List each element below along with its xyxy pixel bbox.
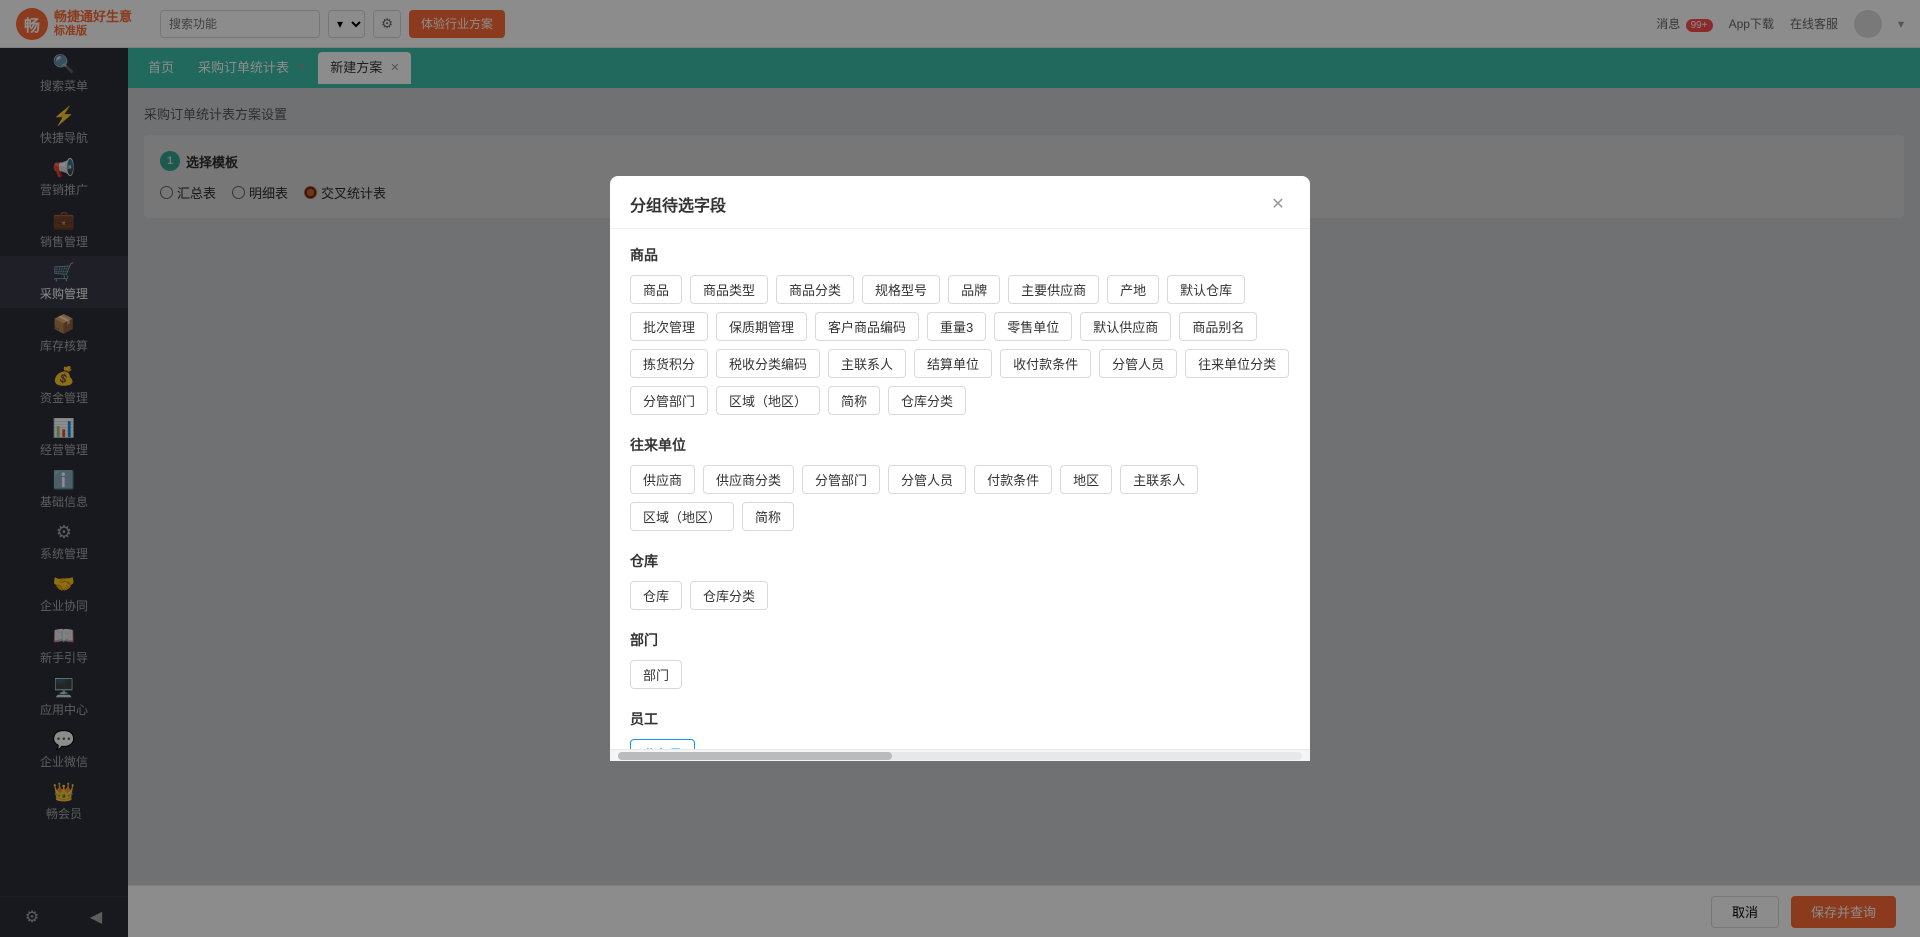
tag-supplier-category[interactable]: 供应商分类 — [703, 465, 794, 494]
tag-region2[interactable]: 区域（地区） — [630, 502, 734, 531]
tag-warehouse[interactable]: 仓库 — [630, 581, 682, 610]
tag-dept-managed[interactable]: 分管部门 — [630, 386, 708, 415]
tag-manager2[interactable]: 分管人员 — [888, 465, 966, 494]
tag-dept[interactable]: 部门 — [630, 660, 682, 689]
section-product-title: 商品 — [630, 245, 1290, 265]
modal-close-button[interactable]: ✕ — [1266, 192, 1290, 216]
hscroll-thumb[interactable] — [618, 752, 892, 760]
section-counterpart: 往来单位 供应商 供应商分类 分管部门 分管人员 付款条件 地区 主联系人 区域… — [630, 435, 1290, 531]
tag-warehouse-category[interactable]: 仓库分类 — [888, 386, 966, 415]
field-select-modal: 分组待选字段 ✕ 商品 商品 商品类型 商品分类 规格型号 品牌 主要供应商 产… — [610, 176, 1310, 761]
tag-settlement-unit[interactable]: 结算单位 — [914, 349, 992, 378]
modal-hscrollbar[interactable] — [610, 749, 1310, 761]
section-warehouse-title: 仓库 — [630, 551, 1290, 571]
modal-header: 分组待选字段 ✕ — [610, 176, 1310, 229]
tag-product-type[interactable]: 商品类型 — [690, 275, 768, 304]
tag-origin[interactable]: 产地 — [1107, 275, 1159, 304]
tag-retail-unit[interactable]: 零售单位 — [994, 312, 1072, 341]
tag-weight3[interactable]: 重量3 — [927, 312, 986, 341]
tag-batch-mgmt[interactable]: 批次管理 — [630, 312, 708, 341]
tag-default-warehouse[interactable]: 默认仓库 — [1167, 275, 1245, 304]
hscroll-track — [618, 752, 1302, 760]
tag-payment-terms[interactable]: 收付款条件 — [1000, 349, 1091, 378]
tag-product-alias[interactable]: 商品别名 — [1179, 312, 1257, 341]
section-dept-tags: 部门 — [630, 660, 1290, 689]
tag-pick-score[interactable]: 拣货积分 — [630, 349, 708, 378]
section-product: 商品 商品 商品类型 商品分类 规格型号 品牌 主要供应商 产地 默认仓库 批次… — [630, 245, 1290, 415]
section-warehouse-tags: 仓库 仓库分类 — [630, 581, 1290, 610]
section-counterpart-title: 往来单位 — [630, 435, 1290, 455]
tag-region-area[interactable]: 区域（地区） — [716, 386, 820, 415]
section-warehouse: 仓库 仓库 仓库分类 — [630, 551, 1290, 610]
section-employee-tags: 业务员 — [630, 739, 1290, 749]
tag-district[interactable]: 地区 — [1060, 465, 1112, 494]
section-counterpart-tags: 供应商 供应商分类 分管部门 分管人员 付款条件 地区 主联系人 区域（地区） … — [630, 465, 1290, 531]
tag-warehouse-cat[interactable]: 仓库分类 — [690, 581, 768, 610]
tag-product-category[interactable]: 商品分类 — [776, 275, 854, 304]
section-dept: 部门 部门 — [630, 630, 1290, 689]
section-employee-title: 员工 — [630, 709, 1290, 729]
tag-manager[interactable]: 分管人员 — [1099, 349, 1177, 378]
tag-product[interactable]: 商品 — [630, 275, 682, 304]
tag-short-name2[interactable]: 简称 — [742, 502, 794, 531]
tag-payment-cond[interactable]: 付款条件 — [974, 465, 1052, 494]
tag-short-name[interactable]: 简称 — [828, 386, 880, 415]
tag-main-contact[interactable]: 主联系人 — [828, 349, 906, 378]
modal-body[interactable]: 商品 商品 商品类型 商品分类 规格型号 品牌 主要供应商 产地 默认仓库 批次… — [610, 229, 1310, 749]
tag-spec-model[interactable]: 规格型号 — [862, 275, 940, 304]
tag-default-supplier[interactable]: 默认供应商 — [1080, 312, 1171, 341]
tag-customer-code[interactable]: 客户商品编码 — [815, 312, 919, 341]
tag-supplier[interactable]: 供应商 — [630, 465, 695, 494]
modal-title: 分组待选字段 — [630, 192, 726, 216]
tag-brand[interactable]: 品牌 — [948, 275, 1000, 304]
section-employee: 员工 业务员 — [630, 709, 1290, 749]
tag-main-supplier[interactable]: 主要供应商 — [1008, 275, 1099, 304]
tag-counterpart-category[interactable]: 往来单位分类 — [1185, 349, 1289, 378]
tag-tax-category[interactable]: 税收分类编码 — [716, 349, 820, 378]
modal-overlay: 分组待选字段 ✕ 商品 商品 商品类型 商品分类 规格型号 品牌 主要供应商 产… — [0, 0, 1920, 937]
tag-dept-managed2[interactable]: 分管部门 — [802, 465, 880, 494]
tag-expiry-mgmt[interactable]: 保质期管理 — [716, 312, 807, 341]
tag-main-contact2[interactable]: 主联系人 — [1120, 465, 1198, 494]
tag-salesperson[interactable]: 业务员 — [630, 739, 695, 749]
section-product-tags: 商品 商品类型 商品分类 规格型号 品牌 主要供应商 产地 默认仓库 批次管理 … — [630, 275, 1290, 415]
section-dept-title: 部门 — [630, 630, 1290, 650]
